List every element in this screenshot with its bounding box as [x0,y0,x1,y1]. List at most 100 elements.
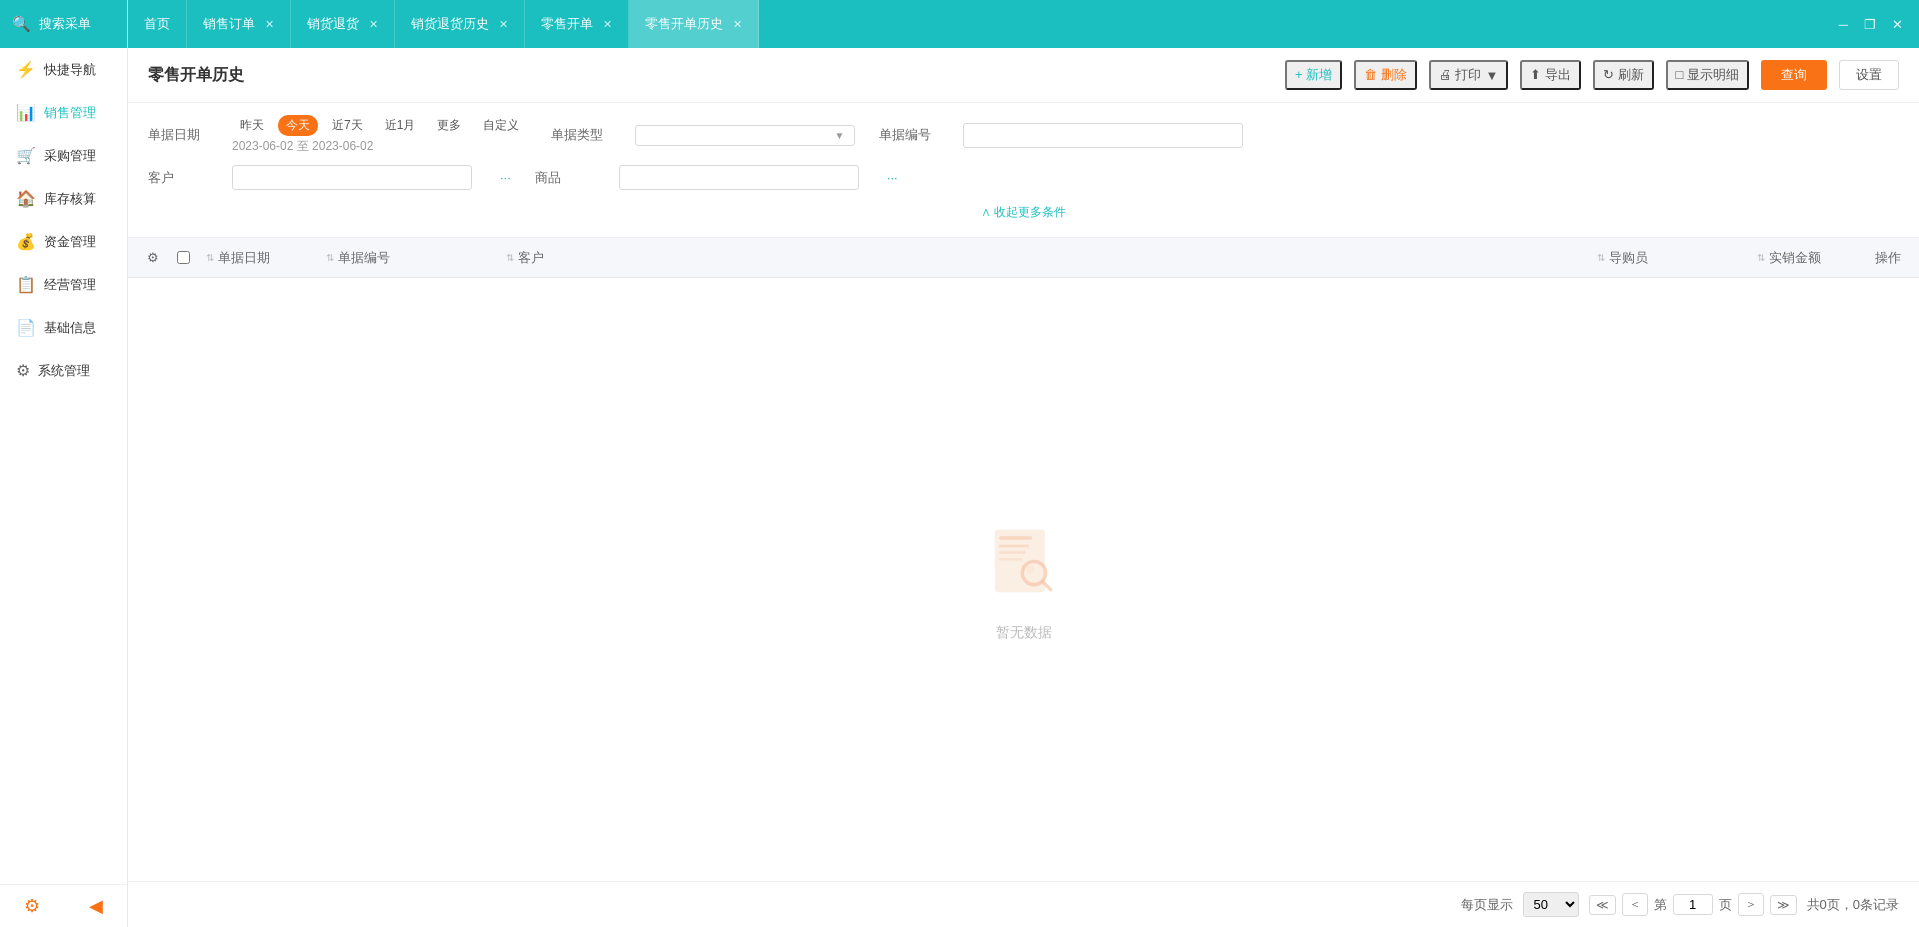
sidebar-item-sales-mgmt[interactable]: 📊 销售管理 [0,91,127,134]
refresh-button[interactable]: ↻ 刷新 [1593,60,1654,90]
tab-retail-history-label: 零售开单历史 [645,15,723,33]
date-label: 单据日期 [148,126,208,144]
page-number-input[interactable] [1673,894,1713,915]
page-nav: ≪ ＜ 第 页 ＞ ≫ [1589,893,1797,916]
filter-row-1: 单据日期 昨天 今天 近7天 近1月 更多 自定义 2023-06-02 至 2… [148,115,1899,155]
last-month-btn[interactable]: 近1月 [377,115,424,136]
minimize-icon[interactable]: ─ [1839,17,1848,32]
page-size-label: 每页显示 [1461,896,1513,914]
filter-area: 单据日期 昨天 今天 近7天 近1月 更多 自定义 2023-06-02 至 2… [128,103,1919,238]
sort-customer-icon[interactable]: ⇅ [506,252,514,263]
page-title: 零售开单历史 [148,65,244,86]
sidebar-item-label: 基础信息 [44,319,96,337]
print-button[interactable]: 🖨 打印 ▼ [1429,60,1509,90]
select-all-checkbox[interactable] [177,251,190,264]
th-action-label: 操作 [1875,249,1901,267]
last-page-button[interactable]: ≫ [1770,895,1797,915]
set-button[interactable]: 设置 [1839,60,1899,90]
table-select-all[interactable] [168,251,198,264]
tab-sales-return-history-close[interactable]: ✕ [499,18,508,31]
svg-rect-1 [999,536,1032,539]
sidebar-item-inventory[interactable]: 🏠 库存核算 [0,177,127,220]
sidebar-item-base-info[interactable]: 📄 基础信息 [0,306,127,349]
tab-sales-return-history[interactable]: 销货退货历史 ✕ [395,0,525,48]
num-input[interactable] [963,123,1243,148]
sidebar-item-label: 库存核算 [44,190,96,208]
goods-dots-icon[interactable]: ··· [887,170,898,185]
collapse-sidebar-icon[interactable]: ◀ [89,895,103,917]
sidebar-item-operations[interactable]: 📋 经营管理 [0,263,127,306]
page-summary: 共0页，0条记录 [1807,896,1899,914]
customer-input[interactable] [232,165,472,190]
prev-page-button[interactable]: ＜ [1622,893,1648,916]
svg-rect-3 [999,551,1026,554]
sort-guide-icon[interactable]: ⇅ [1597,252,1605,263]
more-btn[interactable]: 更多 [429,115,469,136]
close-window-icon[interactable]: ✕ [1892,17,1903,32]
delete-button[interactable]: 🗑 删除 [1354,60,1417,90]
sidebar-item-label: 系统管理 [38,362,90,380]
sidebar-item-label: 资金管理 [44,233,96,251]
tab-retail-history-close[interactable]: ✕ [733,18,742,31]
th-customer: ⇅ 客户 [498,249,1589,267]
restore-icon[interactable]: ❐ [1864,17,1876,32]
sidebar-item-quick-nav[interactable]: ⚡ 快捷导航 [0,48,127,91]
table-settings-icon[interactable]: ⚙ [138,250,168,265]
sort-num-icon[interactable]: ⇅ [326,252,334,263]
operations-icon: 📋 [16,275,36,294]
type-label: 单据类型 [551,126,611,144]
sidebar-item-label: 销售管理 [44,104,96,122]
th-guide: ⇅ 导购员 [1589,249,1709,267]
sort-date-icon[interactable]: ⇅ [206,252,214,263]
sort-amount-icon[interactable]: ⇅ [1757,252,1765,263]
customer-dots-icon[interactable]: ··· [500,170,511,185]
topbar-right: ─ ❐ ✕ [1839,17,1919,32]
type-select[interactable]: ▼ [635,125,855,146]
collapse-button[interactable]: ∧ 收起更多条件 [981,204,1066,221]
tab-retail-open[interactable]: 零售开单 ✕ [525,0,629,48]
empty-illustration [974,518,1074,608]
sidebar-item-sys-mgmt[interactable]: ⚙ 系统管理 [0,349,127,392]
query-button[interactable]: 查询 [1761,60,1827,90]
sidebar-item-label: 采购管理 [44,147,96,165]
today-btn[interactable]: 今天 [278,115,318,136]
th-action: 操作 [1829,249,1909,267]
tab-sales-return-close[interactable]: ✕ [369,18,378,31]
type-select-arrow-icon: ▼ [834,130,844,141]
page-header: 零售开单历史 + 新增 🗑 删除 🖨 打印 ▼ ⬆ 导出 ↻ 刷新 □ 显示明细… [128,48,1919,103]
print-label: 🖨 打印 [1439,66,1482,84]
date-col: 昨天 今天 近7天 近1月 更多 自定义 2023-06-02 至 2023-0… [232,115,527,155]
sales-mgmt-icon: 📊 [16,103,36,122]
sidebar-item-finance[interactable]: 💰 资金管理 [0,220,127,263]
th-guide-label: 导购员 [1609,249,1648,267]
tab-retail-open-close[interactable]: ✕ [603,18,612,31]
tab-home[interactable]: 首页 [128,0,187,48]
first-page-button[interactable]: ≪ [1589,895,1616,915]
goods-input[interactable] [619,165,859,190]
page-size-select[interactable]: 50 100 200 [1523,892,1579,917]
page: 零售开单历史 + 新增 🗑 删除 🖨 打印 ▼ ⬆ 导出 ↻ 刷新 □ 显示明细… [128,48,1919,927]
sidebar-item-purchase-mgmt[interactable]: 🛒 采购管理 [0,134,127,177]
export-button[interactable]: ⬆ 导出 [1520,60,1581,90]
sidebar: 🔍 搜索采单 ⚡ 快捷导航 📊 销售管理 🛒 采购管理 🏠 库存核算 💰 资金管… [0,0,128,927]
sys-mgmt-icon: ⚙ [16,361,30,380]
sidebar-search[interactable]: 🔍 搜索采单 [0,0,127,48]
next-page-button[interactable]: ＞ [1738,893,1764,916]
page-suffix: 页 [1719,896,1732,914]
base-info-icon: 📄 [16,318,36,337]
page-label: 第 [1654,896,1667,914]
display-button[interactable]: □ 显示明细 [1666,60,1749,90]
add-button[interactable]: + 新增 [1285,60,1342,90]
yesterday-btn[interactable]: 昨天 [232,115,272,136]
filter-row-2: 客户 ··· 商品 ··· [148,165,1899,190]
last7-btn[interactable]: 近7天 [324,115,371,136]
custom-btn[interactable]: 自定义 [475,115,527,136]
tab-sales-return[interactable]: 销货退货 ✕ [291,0,395,48]
settings-bottom-icon[interactable]: ⚙ [24,895,40,917]
svg-rect-2 [999,544,1029,547]
tab-retail-history[interactable]: 零售开单历史 ✕ [629,0,759,48]
tab-sales-order-close[interactable]: ✕ [265,18,274,31]
tab-sales-order-label: 销售订单 [203,15,255,33]
tab-sales-order[interactable]: 销售订单 ✕ [187,0,291,48]
collapse-row: ∧ 收起更多条件 [148,200,1899,225]
